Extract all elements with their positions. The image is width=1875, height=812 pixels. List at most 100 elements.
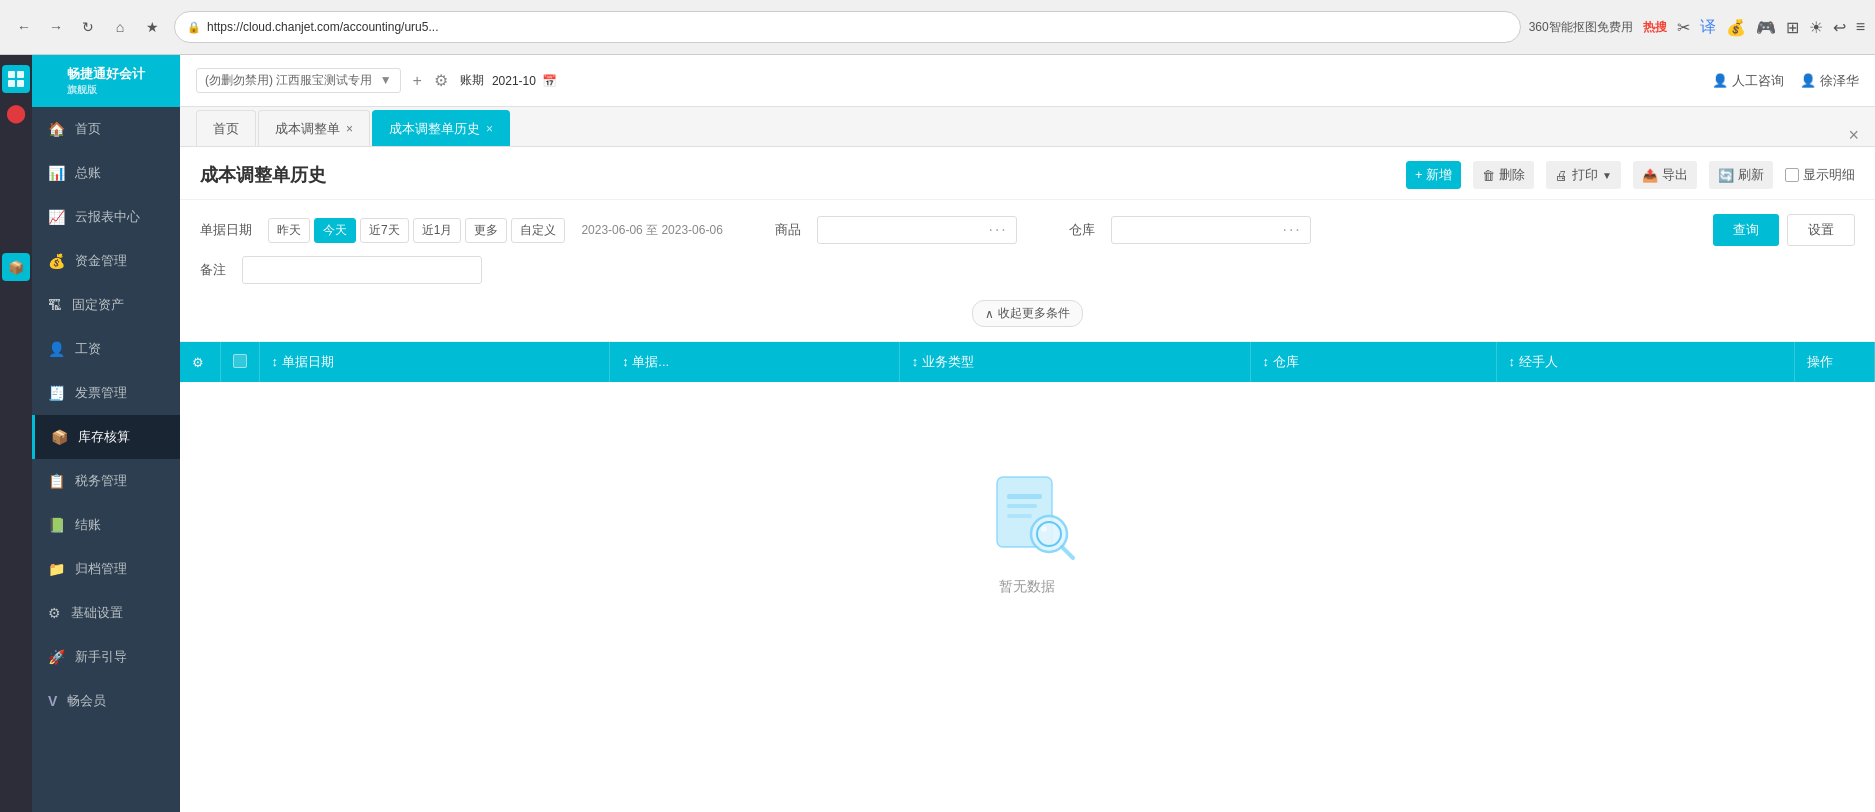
refresh-button[interactable]: ↻ [74,13,102,41]
page-body: 成本调整单历史 + 新增 🗑 删除 🖨 打印 ▼ 📤 [180,147,1875,812]
sidebar-item-fixed-assets[interactable]: 🏗 固定资产 [32,283,180,327]
inventory-icon[interactable]: 📦 [2,253,30,281]
sidebar-item-settings[interactable]: ⚙ 基础设置 [32,591,180,635]
product-more-icon: ··· [988,221,1007,239]
icon-sidebar: ⬤ 📦 [0,55,32,812]
main-sidebar: 畅捷通好会计 旗舰版 🏠 首页 📊 总账 📈 云报表中心 💰 资金管理 [32,55,180,812]
sidebar-label-home: 首页 [75,120,101,138]
window-close-icon[interactable]: × [1848,125,1859,146]
lock-icon: 🔒 [187,21,201,34]
browser-chrome: ← → ↻ ⌂ ★ 🔒 https://cloud.chanjet.com/ac… [0,0,1875,55]
assets-icon: 🏗 [48,297,62,313]
tab-cost-adjustment-history[interactable]: 成本调整单历史 × [372,110,510,146]
sidebar-item-vip[interactable]: V 畅会员 [32,679,180,723]
th-handler[interactable]: ↕ 经手人 [1496,342,1794,382]
th-date[interactable]: ↕ 单据日期 [259,342,610,382]
page-title: 成本调整单历史 [200,163,326,187]
header-checkbox[interactable] [233,354,247,368]
th-checkbox[interactable] [220,342,259,382]
weibo-icon[interactable]: ⬤ [2,99,30,127]
tab-cost-hist-close[interactable]: × [486,122,493,136]
brightness-icon: ☀ [1809,18,1823,37]
th-doc-num-label: ↕ 单据... [622,354,669,369]
forward-button[interactable]: → [42,13,70,41]
btn-more[interactable]: 更多 [465,218,507,243]
bookmark-button[interactable]: ★ [138,13,166,41]
add-company-icon[interactable]: + [413,72,422,90]
new-button[interactable]: + 新增 [1406,161,1461,189]
export-icon: 📤 [1642,168,1658,183]
delete-button[interactable]: 🗑 删除 [1473,161,1534,189]
sidebar-nav: 🏠 首页 📊 总账 📈 云报表中心 💰 资金管理 🏗 固定资产 👤 工资 [32,107,180,812]
btn-1month[interactable]: 近1月 [413,218,462,243]
back-button[interactable]: ← [10,13,38,41]
tab-home[interactable]: 首页 [196,110,256,146]
warehouse-more-icon: ··· [1282,221,1301,239]
tab-cost-adj-label: 成本调整单 [275,120,340,138]
app-header-right: 👤 人工咨询 👤 徐泽华 [1712,72,1859,90]
game-icon: 🎮 [1756,18,1776,37]
sidebar-item-general-ledger[interactable]: 📊 总账 [32,151,180,195]
btn-custom[interactable]: 自定义 [511,218,565,243]
date-quick-buttons: 昨天 今天 近7天 近1月 更多 自定义 [268,218,565,243]
sidebar-label-invoice: 发票管理 [75,384,127,402]
sidebar-item-inventory[interactable]: 📦 库存核算 [32,415,180,459]
settings-header-icon[interactable]: ⚙ [434,71,448,90]
th-settings[interactable]: ⚙ [180,342,220,382]
guide-icon: 🚀 [48,649,65,665]
setup-button[interactable]: 设置 [1787,214,1855,246]
product-filter-label: 商品 [775,221,801,239]
company-selector[interactable]: (勿删勿禁用) 江西服宝测试专用 ▼ [196,68,401,93]
sidebar-label-settings: 基础设置 [71,604,123,622]
query-button[interactable]: 查询 [1713,214,1779,246]
sidebar-item-archive[interactable]: 📁 归档管理 [32,547,180,591]
grid-icon: ⊞ [1786,18,1799,37]
collapse-button[interactable]: ∧ 收起更多条件 [972,300,1083,327]
empty-row: 暂无数据 [180,382,1875,676]
page-title-bar: 成本调整单历史 + 新增 🗑 删除 🖨 打印 ▼ 📤 [180,147,1875,200]
btn-today[interactable]: 今天 [314,218,356,243]
svg-rect-6 [1007,494,1042,499]
refresh-button[interactable]: 🔄 刷新 [1709,161,1773,189]
filter-row-2: 备注 [200,256,1855,284]
print-button[interactable]: 🖨 打印 ▼ [1546,161,1621,189]
sidebar-item-payroll[interactable]: 👤 工资 [32,327,180,371]
period-value: 2021-10 [492,74,536,88]
sidebar-item-home[interactable]: 🏠 首页 [32,107,180,151]
remark-input[interactable] [242,256,482,284]
user-profile[interactable]: 👤 徐泽华 [1800,72,1859,90]
show-detail-toggle[interactable]: 显示明细 [1785,166,1855,184]
tab-cost-adj-close[interactable]: × [346,122,353,136]
th-warehouse[interactable]: ↕ 仓库 [1250,342,1496,382]
period-selector[interactable]: 账期 2021-10 📅 [460,72,557,89]
sidebar-item-invoice[interactable]: 🧾 发票管理 [32,371,180,415]
th-biz-type-label: ↕ 业务类型 [912,354,974,369]
home-button[interactable]: ⌂ [106,13,134,41]
btn-yesterday[interactable]: 昨天 [268,218,310,243]
show-detail-label: 显示明细 [1803,166,1855,184]
sidebar-item-closing[interactable]: 📗 结账 [32,503,180,547]
svg-rect-1 [17,71,24,78]
undo-icon: ↩ [1833,18,1846,37]
sidebar-item-cloud-reports[interactable]: 📈 云报表中心 [32,195,180,239]
sidebar-item-guide[interactable]: 🚀 新手引导 [32,635,180,679]
table-body: 暂无数据 [180,382,1875,676]
customer-service[interactable]: 👤 人工咨询 [1712,72,1784,90]
sidebar-item-fund-mgmt[interactable]: 💰 资金管理 [32,239,180,283]
svg-rect-3 [17,80,24,87]
browser-right-tools: 360智能抠图免费用 热搜 ✂ 译 💰 🎮 ⊞ ☀ ↩ ≡ [1529,17,1865,38]
product-selector[interactable]: ··· [817,216,1017,244]
sidebar-label-closing: 结账 [75,516,101,534]
svg-rect-2 [8,80,15,87]
export-button[interactable]: 📤 导出 [1633,161,1697,189]
th-doc-number[interactable]: ↕ 单据... [610,342,900,382]
tab-cost-adjustment[interactable]: 成本调整单 × [258,110,370,146]
detail-checkbox[interactable] [1785,168,1799,182]
address-bar[interactable]: 🔒 https://cloud.chanjet.com/accounting/u… [174,11,1521,43]
sidebar-item-tax[interactable]: 📋 税务管理 [32,459,180,503]
th-warehouse-label: ↕ 仓库 [1263,354,1299,369]
warehouse-selector[interactable]: ··· [1111,216,1311,244]
btn-7days[interactable]: 近7天 [360,218,409,243]
sidebar-label-tax: 税务管理 [75,472,127,490]
th-biz-type[interactable]: ↕ 业务类型 [899,342,1250,382]
